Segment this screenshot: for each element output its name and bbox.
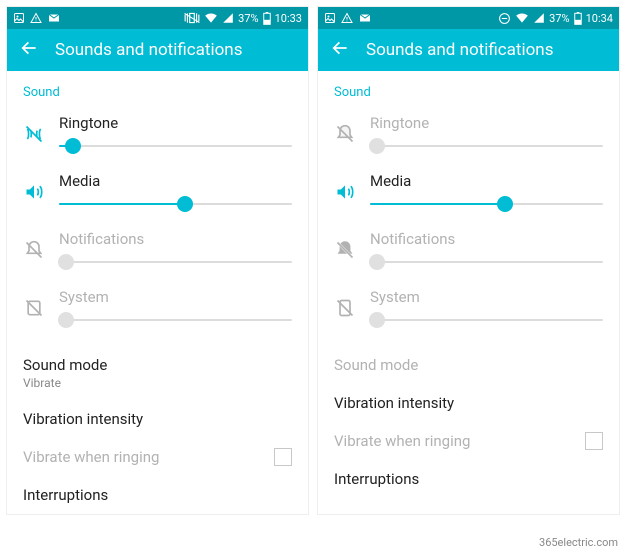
screen-0: 37% 10:33 Sounds and notifications Sound… [6,6,309,515]
page-title: Sounds and notifications [366,40,553,60]
back-icon[interactable] [330,38,350,62]
app-bar: Sounds and notifications [318,29,619,71]
speakerOn-icon [334,182,356,202]
status-vibrate-icon [184,12,200,24]
status-bar: 37% 10:34 [318,7,619,29]
interruptions-label: Interruptions [334,470,603,488]
notifMute-icon [23,240,45,260]
slider-row-notifications: Notifications [334,230,603,270]
slider-label: Ringtone [370,114,603,132]
status-image-icon [13,12,25,24]
speakerOn-icon [23,182,45,202]
slider-system [59,312,292,328]
status-battery-text: 37% [238,12,258,25]
sound-mode-item[interactable]: Sound mode Vibrate [23,346,292,400]
slider-system [370,312,603,328]
slider-label: Notifications [370,230,603,248]
slider-row-ringtone: Ringtone [334,114,603,154]
vibration-intensity-label: Vibration intensity [23,410,292,428]
slider-notifications [370,254,603,270]
status-signal-icon [533,12,545,24]
sound-mode-item: Sound mode [334,346,603,384]
slider-label: Notifications [59,230,292,248]
sound-mode-label: Sound mode [23,356,292,374]
sound-mode-label: Sound mode [334,356,603,374]
app-bar: Sounds and notifications [7,29,308,71]
vibration-intensity-label: Vibration intensity [334,394,603,412]
status-battery-text: 37% [549,12,569,25]
status-wifi-icon [515,12,529,24]
slider-label: Media [370,172,603,190]
status-image-icon [324,12,336,24]
status-wifi-icon [204,12,218,24]
vibrate-when-ringing-checkbox [274,448,292,466]
status-mail-icon [358,12,372,24]
sound-mode-sub: Vibrate [23,376,292,390]
slider-media[interactable] [370,196,603,212]
slider-ringtone [370,138,603,154]
slider-media[interactable] [59,196,292,212]
vibrate-when-ringing-label: Vibrate when ringing [334,432,470,450]
slider-row-notifications: Notifications [23,230,292,270]
status-warning-icon [341,12,353,24]
vibrate-when-ringing-item: Vibrate when ringing [23,438,292,476]
section-label-sound: Sound [334,85,603,100]
slider-label: Ringtone [59,114,292,132]
vibrate-when-ringing-checkbox [585,432,603,450]
section-label-sound: Sound [23,85,292,100]
status-time: 10:33 [275,12,302,25]
back-icon[interactable] [19,38,39,62]
slider-ringtone[interactable] [59,138,292,154]
status-mail-icon [47,12,61,24]
interruptions-item[interactable]: Interruptions [23,476,292,514]
bellOff-icon [334,124,356,144]
slider-row-media: Media [23,172,292,212]
status-battery-icon [263,12,271,25]
status-warning-icon [30,12,42,24]
screen-1: 37% 10:34 Sounds and notifications Sound… [317,6,620,515]
slider-row-ringtone: Ringtone [23,114,292,154]
page-title: Sounds and notifications [55,40,242,60]
ringtoneMute-icon [23,124,45,144]
phoneOff-icon [334,298,356,318]
systemMute-icon [23,298,45,318]
vibrate-when-ringing-item: Vibrate when ringing [334,422,603,460]
slider-row-system: System [334,288,603,328]
slider-notifications [59,254,292,270]
interruptions-item[interactable]: Interruptions [334,460,603,498]
status-signal-icon [222,12,234,24]
status-battery-icon [574,12,582,25]
status-time: 10:34 [586,12,613,25]
slider-row-media: Media [334,172,603,212]
vibration-intensity-item[interactable]: Vibration intensity [23,400,292,438]
interruptions-label: Interruptions [23,486,292,504]
slider-label: System [59,288,292,306]
vibration-intensity-item[interactable]: Vibration intensity [334,384,603,422]
vibrate-when-ringing-label: Vibrate when ringing [23,448,159,466]
watermark: 365electric.com [539,536,618,549]
slider-label: Media [59,172,292,190]
status-dnd-icon [498,12,511,25]
status-bar: 37% 10:33 [7,7,308,29]
bellOff2-icon [334,240,356,260]
slider-label: System [370,288,603,306]
slider-row-system: System [23,288,292,328]
